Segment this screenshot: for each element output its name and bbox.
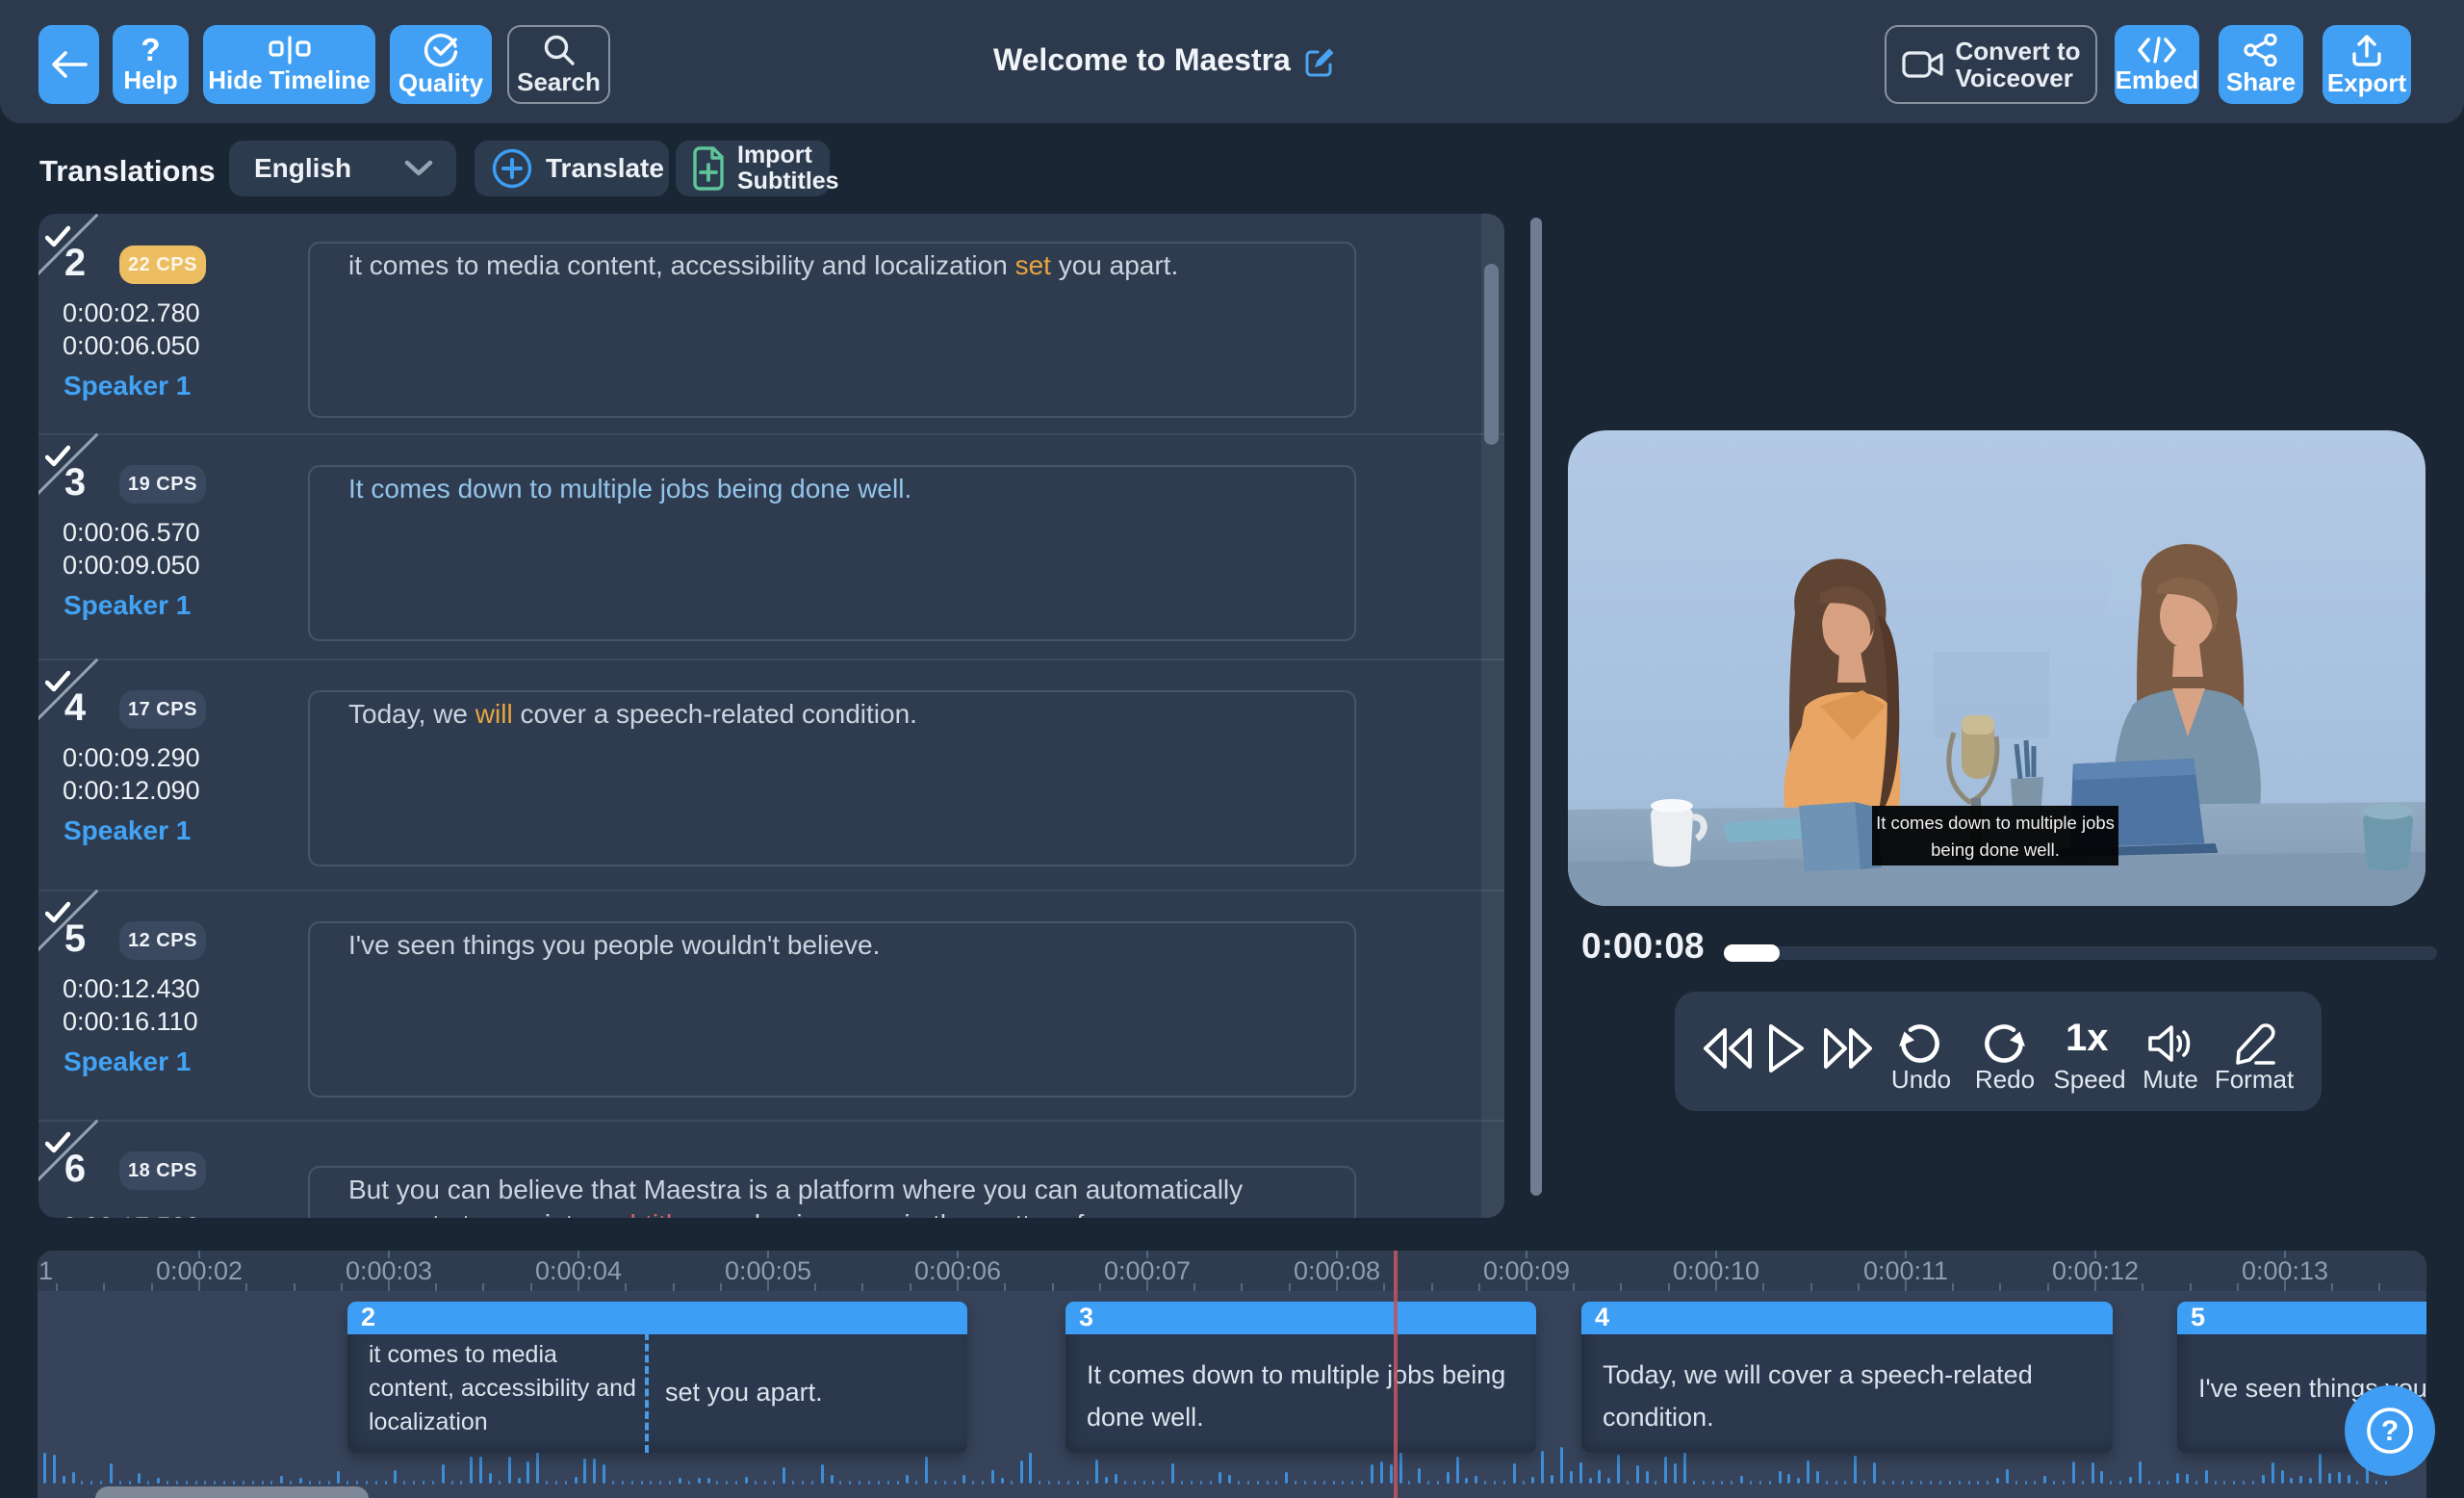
svg-text:?: ?	[2381, 1415, 2399, 1447]
svg-text:It comes down to multiple jobs: It comes down to multiple jobs	[1876, 813, 2115, 833]
svg-text:being done well.: being done well.	[1931, 839, 2060, 860]
